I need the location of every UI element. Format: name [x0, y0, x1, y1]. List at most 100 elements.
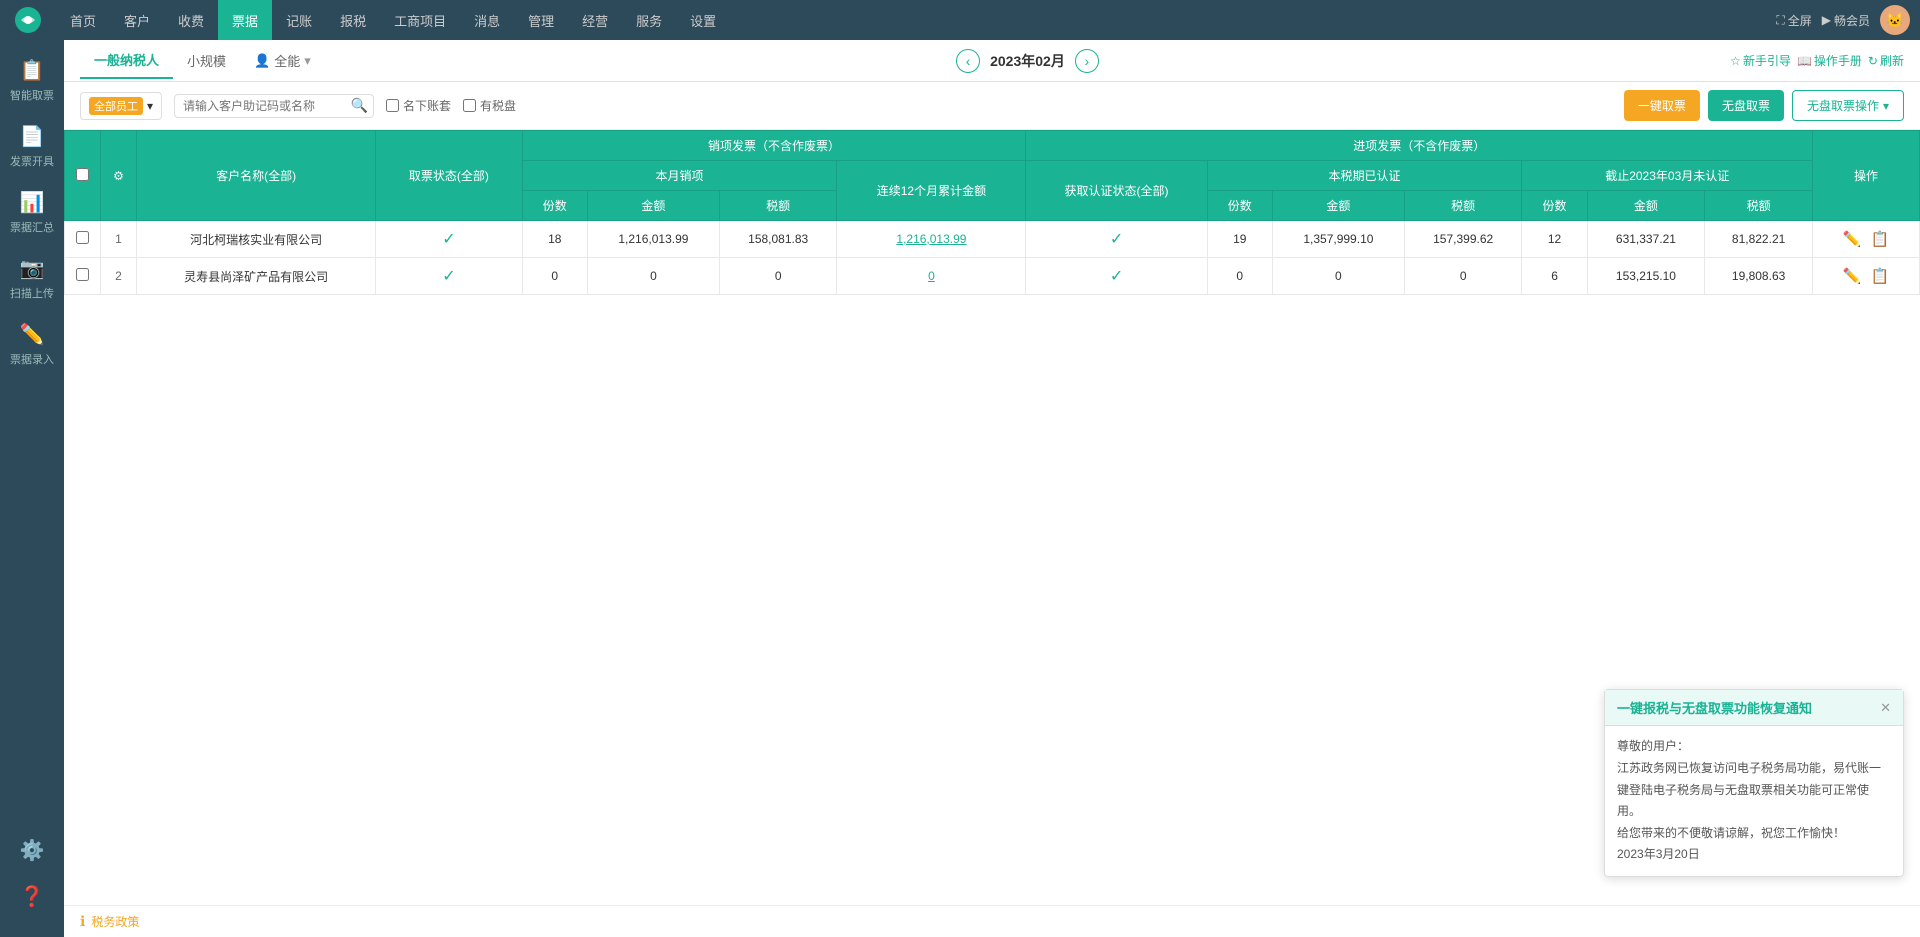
tab-all[interactable]: 👤 全能 ▾ — [240, 43, 325, 78]
no-disk-ticket-btn[interactable]: 无盘取票 — [1708, 90, 1784, 121]
checkbox-accounts[interactable]: 名下账套 — [386, 97, 451, 114]
refresh-btn[interactable]: ↻ 刷新 — [1868, 52, 1904, 69]
row1-ticket-status: ✓ — [376, 221, 522, 258]
tabs-area: 一般纳税人 小规模 👤 全能 ▾ ‹ 2023年02月 › ☆ 新手引导 📖 操… — [64, 40, 1920, 82]
col-customer-header: 客户名称(全部) — [137, 131, 376, 221]
employee-select[interactable]: 全部员工 ▾ — [80, 92, 162, 120]
sidebar-item-settings[interactable]: ⚙️ — [4, 830, 60, 871]
notif-close-btn[interactable]: ✕ — [1880, 700, 1891, 716]
row2-edit-icon[interactable]: ✏️ — [1843, 268, 1862, 285]
col-until-date-header: 截止2023年03月未认证 — [1522, 161, 1813, 191]
tab-small-scale[interactable]: 小规模 — [173, 43, 240, 78]
nav-bookkeeping[interactable]: 记账 — [272, 0, 326, 40]
row1-12month-link[interactable]: 1,216,013.99 — [896, 232, 966, 246]
table-header-row1: ⚙ 客户名称(全部) 取票状态(全部) 销项发票（不含作废票） 进项发票（不含作… — [65, 131, 1920, 161]
table-settings-icon[interactable]: ⚙ — [113, 169, 124, 183]
col-s-amount-header: 金额 — [587, 191, 719, 221]
col-action-header: 操作 — [1813, 131, 1920, 221]
col-status-header: 取票状态(全部) — [376, 131, 522, 221]
select-all-checkbox[interactable] — [76, 168, 89, 181]
row1-recog-icon: ✓ — [1110, 231, 1123, 248]
employee-dropdown-icon: ▾ — [147, 99, 153, 113]
row1-checkbox[interactable] — [65, 221, 101, 258]
checkbox-tax-disk[interactable]: 有税盘 — [463, 97, 516, 114]
one-click-ticket-btn[interactable]: 一键取票 — [1624, 90, 1700, 121]
sidebar-item-invoice-open[interactable]: 📄 发票开具 — [4, 116, 60, 177]
nav-operation[interactable]: 经营 — [568, 0, 622, 40]
top-nav: 首页 客户 收费 票据 记账 报税 工商项目 消息 管理 经营 服务 设置 ⛶ … — [0, 0, 1920, 40]
row2-checkbox[interactable] — [65, 258, 101, 295]
col-purchase-group-header: 进项发票（不含作废票） — [1026, 131, 1813, 161]
search-input[interactable] — [174, 94, 374, 118]
row1-p-tax: 157,399.62 — [1404, 221, 1522, 258]
tab-general-taxpayer[interactable]: 一般纳税人 — [80, 42, 173, 79]
tab-dropdown-icon: ▾ — [304, 53, 311, 69]
invoice-open-icon: 📄 — [20, 124, 45, 149]
nav-invoice[interactable]: 票据 — [218, 0, 272, 40]
main-table: ⚙ 客户名称(全部) 取票状态(全部) 销项发票（不含作废票） 进项发票（不含作… — [64, 130, 1920, 295]
scan-upload-icon: 📷 — [20, 256, 45, 281]
invoice-summary-icon: 📊 — [20, 190, 45, 215]
row2-u-shares: 6 — [1522, 258, 1587, 295]
avatar[interactable]: 🐱 — [1880, 5, 1910, 35]
row1-recog-status: ✓ — [1026, 221, 1207, 258]
nav-fee[interactable]: 收费 — [164, 0, 218, 40]
guide-btn[interactable]: ☆ 新手引导 — [1730, 52, 1791, 69]
member-btn[interactable]: ▶ 畅会员 — [1822, 12, 1870, 29]
nav-tax[interactable]: 报税 — [326, 0, 380, 40]
row1-s-tax: 158,081.83 — [719, 221, 837, 258]
manual-icon: 📖 — [1797, 54, 1812, 68]
notification-panel: 一键报税与无盘取票功能恢复通知 ✕ 尊敬的用户： 江苏政务网已恢复访问电子税务局… — [1604, 689, 1904, 877]
row2-s-tax: 0 — [719, 258, 837, 295]
row1-12month: 1,216,013.99 — [837, 221, 1026, 258]
prev-month-btn[interactable]: ‹ — [956, 49, 980, 73]
refresh-icon: ↻ — [1868, 54, 1878, 68]
tax-policy-link[interactable]: 税务政策 — [91, 913, 139, 930]
settings-icon: ⚙️ — [20, 838, 45, 863]
next-month-btn[interactable]: › — [1075, 49, 1099, 73]
employee-tag: 全部员工 — [89, 97, 143, 115]
row2-detail-icon[interactable]: 📋 — [1871, 268, 1890, 285]
all-tab-icon: 👤 — [254, 53, 270, 69]
row1-p-shares: 19 — [1207, 221, 1272, 258]
sidebar-item-smart-ticket[interactable]: 📋 智能取票 — [4, 50, 60, 111]
search-wrap: 🔍 — [174, 94, 374, 118]
table-row: 1 河北柯瑞核实业有限公司 ✓ 18 1,216,013.99 158,081.… — [65, 221, 1920, 258]
top-nav-right: ⛶ 全屏 ▶ 畅会员 🐱 — [1776, 5, 1910, 35]
no-disk-action-btn[interactable]: 无盘取票操作 ▾ — [1792, 90, 1904, 121]
fullscreen-btn[interactable]: ⛶ 全屏 — [1776, 12, 1811, 29]
row1-edit-icon[interactable]: ✏️ — [1843, 231, 1862, 248]
manual-btn[interactable]: 📖 操作手册 — [1797, 52, 1862, 69]
current-date: 2023年02月 — [990, 51, 1065, 71]
col-sales-month-header: 本月销项 — [522, 161, 837, 191]
col-p-tax-header: 税额 — [1404, 191, 1522, 221]
fullscreen-icon: ⛶ — [1776, 13, 1784, 28]
col-u-amount-header: 金额 — [1587, 191, 1705, 221]
col-p-shares-header: 份数 — [1207, 191, 1272, 221]
info-icon: ℹ — [80, 913, 85, 930]
accounts-checkbox[interactable] — [386, 99, 399, 112]
date-nav: ‹ 2023年02月 › — [956, 49, 1099, 73]
sidebar-item-invoice-summary[interactable]: 📊 票据汇总 — [4, 182, 60, 243]
nav-message[interactable]: 消息 — [460, 0, 514, 40]
sidebar-item-scan-upload[interactable]: 📷 扫描上传 — [4, 248, 60, 309]
filter-right: 一键取票 无盘取票 无盘取票操作 ▾ — [1624, 90, 1904, 121]
row2-12month: 0 — [837, 258, 1026, 295]
sidebar-item-help[interactable]: ❓ — [4, 876, 60, 917]
nav-home[interactable]: 首页 — [56, 0, 110, 40]
sidebar-item-ticket-entry[interactable]: ✏️ 票据录入 — [4, 314, 60, 375]
help-icon: ❓ — [20, 884, 45, 909]
nav-customer[interactable]: 客户 — [110, 0, 164, 40]
nav-settings[interactable]: 设置 — [676, 0, 730, 40]
nav-service[interactable]: 服务 — [622, 0, 676, 40]
sidebar: 📋 智能取票 📄 发票开具 📊 票据汇总 📷 扫描上传 ✏️ 票据录入 ⚙️ ❓ — [0, 40, 64, 937]
row2-p-shares: 0 — [1207, 258, 1272, 295]
nav-manage[interactable]: 管理 — [514, 0, 568, 40]
search-icon-btn[interactable]: 🔍 — [351, 97, 368, 114]
tax-disk-checkbox[interactable] — [463, 99, 476, 112]
nav-biz[interactable]: 工商项目 — [380, 0, 460, 40]
row2-12month-link[interactable]: 0 — [928, 269, 935, 283]
row1-detail-icon[interactable]: 📋 — [1871, 231, 1890, 248]
col-p-amount-header: 金额 — [1272, 191, 1404, 221]
row1-name: 河北柯瑞核实业有限公司 — [137, 221, 376, 258]
